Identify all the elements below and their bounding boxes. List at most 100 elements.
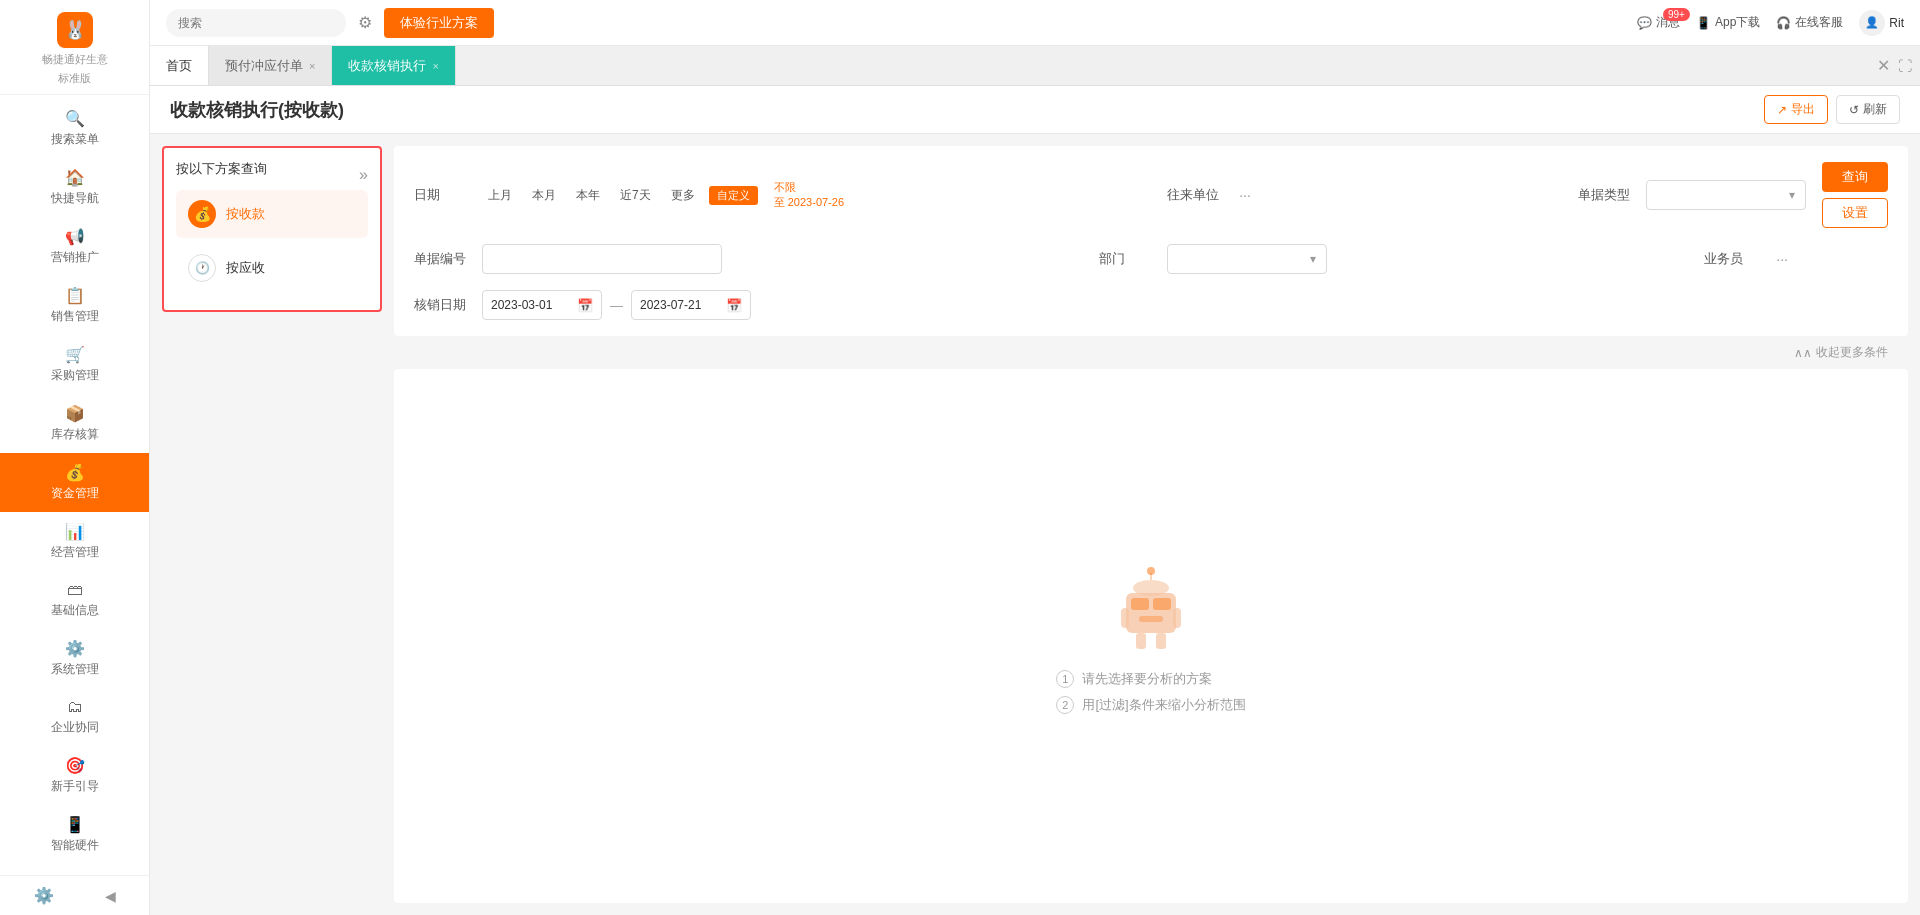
top-bar: ⚙ 体验行业方案 💬 消息 99+ 📱 App下载 🎧 在线客服 👤 Rit [150,0,1920,46]
empty-steps: 1 请先选择要分析的方案 2 用[过滤]条件来缩小分析范围 [1056,670,1245,714]
sidebar-label-inventory: 库存核算 [51,426,99,443]
tab-prepay-close[interactable]: × [309,60,315,72]
settings-icon[interactable]: ⚙️ [34,886,54,905]
logo-area: 🐰 畅捷通好生意 标准版 [0,0,149,95]
sidebar-item-sales[interactable]: 📋 销售管理 [0,276,149,335]
sidebar-label-finance: 资金管理 [51,485,99,502]
main-area: ⚙ 体验行业方案 💬 消息 99+ 📱 App下载 🎧 在线客服 👤 Rit [150,0,1920,915]
counterpart-dots[interactable]: ··· [1235,187,1255,203]
sidebar-item-marketing[interactable]: 📢 营销推广 [0,217,149,276]
sidebar-label-enterprise: 企业协同 [51,719,99,736]
settings-button[interactable]: 设置 [1822,198,1888,228]
message-badge: 99+ [1663,8,1690,21]
filter-by-receivable[interactable]: 🕐 按应收 [176,244,368,292]
svg-rect-7 [1156,633,1166,649]
page-title: 收款核销执行(按收款) [170,98,344,122]
tab-expand-icon[interactable]: ⛶ [1898,58,1912,74]
refresh-button[interactable]: ↺ 刷新 [1836,95,1900,124]
app-download-btn[interactable]: 📱 App下载 [1696,14,1760,31]
sidebar-item-guide[interactable]: 🎯 新手引导 [0,746,149,805]
hardware-icon: 📱 [65,815,85,834]
search-input[interactable] [166,9,346,37]
collapse-icon: ∧∧ [1794,346,1812,360]
sidebar-item-basicinfo[interactable]: 🗃 基础信息 [0,571,149,629]
user-avatar[interactable]: 👤 Rit [1859,10,1904,36]
sidebar-nav: 🔍 搜索菜单 🏠 快捷导航 📢 营销推广 📋 销售管理 🛒 采购管理 📦 库存核… [0,95,149,875]
app-subtitle: 标准版 [58,71,91,86]
tab-receivables-label: 收款核销执行 [348,57,426,75]
tab-receivables-close[interactable]: × [432,60,438,72]
message-btn[interactable]: 💬 消息 99+ [1637,14,1680,31]
query-button[interactable]: 查询 [1822,162,1888,192]
collapse-sidebar-icon[interactable]: ◀ [105,888,116,904]
filter-receipt-label: 按收款 [226,205,265,223]
tab-prepay[interactable]: 预付冲应付单 × [209,46,332,85]
this-month-btn[interactable]: 本月 [526,185,562,206]
svg-point-10 [1147,567,1155,575]
svg-rect-4 [1121,608,1129,628]
search-icon: 🔍 [65,109,85,128]
query-area: 日期 上月 本月 本年 近7天 更多 自定义 不限 至 2023-07-26 [394,146,1908,903]
header-actions: ↗ 导出 ↺ 刷新 [1764,95,1900,124]
filter-panel-title: 按以下方案查询 [176,160,267,178]
form-row-date: 日期 上月 本月 本年 近7天 更多 自定义 不限 至 2023-07-26 [414,162,1888,228]
last-month-btn[interactable]: 上月 [482,185,518,206]
query-buttons: 查询 设置 [1822,162,1888,228]
svg-rect-3 [1139,616,1163,622]
tab-home-label: 首页 [166,57,192,75]
sidebar-item-search[interactable]: 🔍 搜索菜单 [0,99,149,158]
sidebar-item-wechat[interactable]: 💬 企业微信 [0,864,149,875]
sidebar-bottom: ⚙️ ◀ [0,875,149,915]
tab-home[interactable]: 首页 [150,46,209,85]
sidebar-item-enterprise[interactable]: 🗂 企业协同 [0,688,149,746]
dept-arrow: ▾ [1310,252,1316,266]
svg-rect-6 [1136,633,1146,649]
doc-type-select[interactable]: ▾ [1646,180,1806,210]
industry-btn[interactable]: 体验行业方案 [384,8,494,38]
date-no-limit: 不限 [774,180,844,195]
dept-select[interactable]: ▾ [1167,244,1327,274]
collapse-filter-icon[interactable]: » [359,166,368,184]
empty-state: 1 请先选择要分析的方案 2 用[过滤]条件来缩小分析范围 [394,369,1908,903]
sidebar-item-purchase[interactable]: 🛒 采购管理 [0,335,149,394]
sidebar-item-finance[interactable]: 💰 资金管理 [0,453,149,512]
sidebar-item-hardware[interactable]: 📱 智能硬件 [0,805,149,864]
last-7days-btn[interactable]: 近7天 [614,185,657,206]
sales-icon: 📋 [65,286,85,305]
sidebar-item-system[interactable]: ⚙️ 系统管理 [0,629,149,688]
export-icon: ↗ [1777,103,1787,117]
service-icon: 🎧 [1776,16,1791,30]
svg-rect-2 [1153,598,1171,610]
top-bar-left: ⚙ 体验行业方案 [166,8,494,38]
sidebar-label-marketing: 营销推广 [51,249,99,266]
sidebar-item-operations[interactable]: 📊 经营管理 [0,512,149,571]
operations-icon: 📊 [65,522,85,541]
sidebar-item-inventory[interactable]: 📦 库存核算 [0,394,149,453]
purchase-icon: 🛒 [65,345,85,364]
filter-by-receipt[interactable]: 💰 按收款 [176,190,368,238]
query-form: 日期 上月 本月 本年 近7天 更多 自定义 不限 至 2023-07-26 [394,146,1908,336]
salesperson-dots[interactable]: ··· [1772,251,1792,267]
writeoff-date-range: 2023-03-01 📅 — 2023-07-21 📅 [482,290,751,320]
export-button[interactable]: ↗ 导出 [1764,95,1828,124]
sidebar-item-quicknav[interactable]: 🏠 快捷导航 [0,158,149,217]
date-options: 上月 本月 本年 近7天 更多 自定义 [482,185,758,206]
tab-actions: ✕ ⛶ [1869,46,1920,85]
collapse-more-btn[interactable]: ∧∧ 收起更多条件 [1794,344,1888,361]
doc-number-input[interactable] [482,244,722,274]
custom-date-badge[interactable]: 自定义 [709,186,758,205]
this-year-btn[interactable]: 本年 [570,185,606,206]
svg-rect-5 [1173,608,1181,628]
home-icon: 🏠 [65,168,85,187]
sidebar-label-operations: 经营管理 [51,544,99,561]
sidebar-label-system: 系统管理 [51,661,99,678]
writeoff-end-date[interactable]: 2023-07-21 📅 [631,290,751,320]
form-row-writeoff: 核销日期 2023-03-01 📅 — 2023-07-21 📅 [414,290,1888,320]
gear-icon[interactable]: ⚙ [358,13,372,32]
tab-receivables[interactable]: 收款核销执行 × [332,46,455,85]
online-service-btn[interactable]: 🎧 在线客服 [1776,14,1843,31]
more-date-btn[interactable]: 更多 [665,185,701,206]
tab-close-icon[interactable]: ✕ [1877,56,1890,75]
writeoff-start-date[interactable]: 2023-03-01 📅 [482,290,602,320]
message-icon: 💬 [1637,16,1652,30]
